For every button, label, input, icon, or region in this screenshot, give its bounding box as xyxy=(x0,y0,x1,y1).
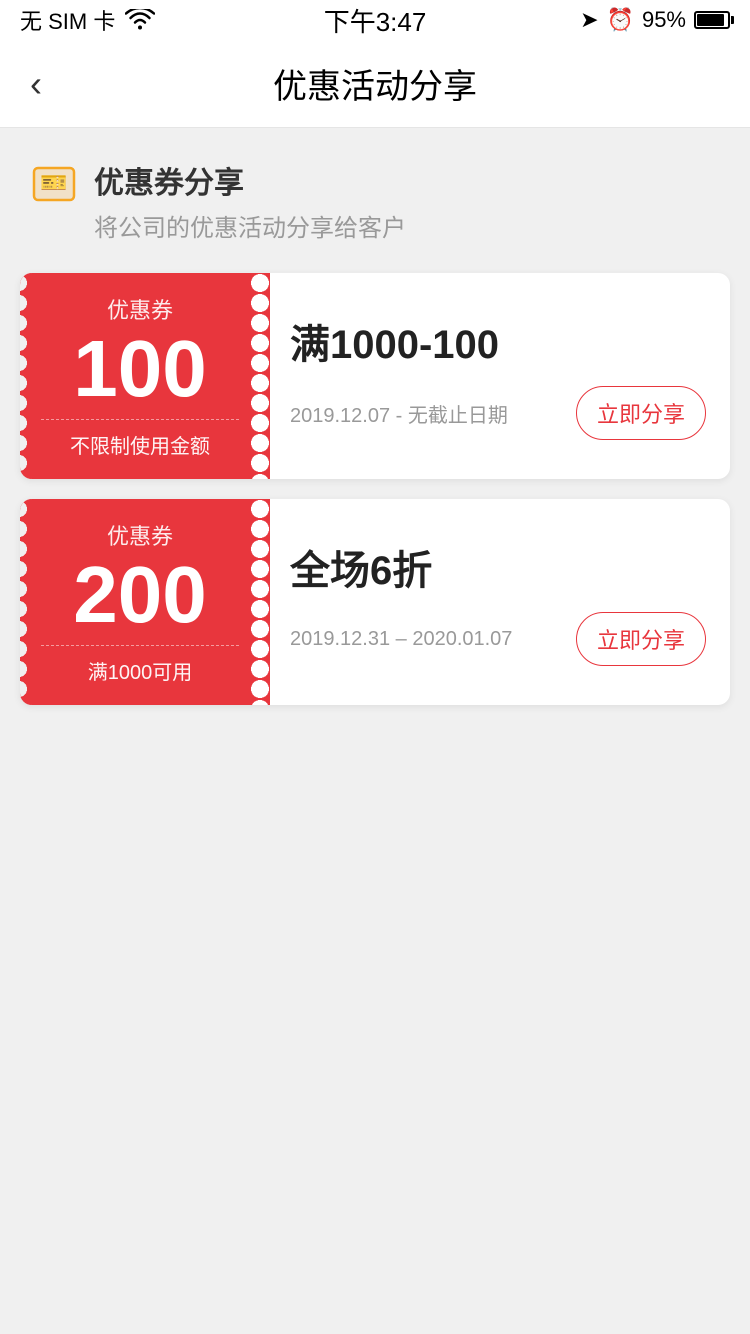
coupon-card-2: 优惠券 200 满1000可用 全场6折 2019.12.31 – 2020.0… xyxy=(20,499,730,705)
status-left: 无 SIM 卡 xyxy=(20,4,155,36)
coupon-right-1: 满1000-100 2019.12.07 - 无截止日期 立即分享 xyxy=(260,273,730,479)
coupon-amount-2: 200 xyxy=(73,555,206,635)
coupon-meta-1: 2019.12.07 - 无截止日期 立即分享 xyxy=(290,386,706,440)
svg-text:🎫: 🎫 xyxy=(40,170,67,195)
coupon-date-1: 2019.12.07 - 无截止日期 xyxy=(290,399,566,428)
coupon-divider-1 xyxy=(41,419,239,420)
status-right: ➤ ⏰ 95% xyxy=(580,7,730,33)
coupon-name-2: 全场6折 xyxy=(290,538,706,596)
coupon-condition-1: 不限制使用金额 xyxy=(70,430,210,459)
section-subtitle: 将公司的优惠活动分享给客户 xyxy=(94,208,406,243)
share-button-2[interactable]: 立即分享 xyxy=(576,612,706,666)
nav-bar: ‹ 优惠活动分享 xyxy=(0,40,750,128)
coupons-container: 优惠券 100 不限制使用金额 满1000-100 2019.12.07 - 无… xyxy=(0,263,750,745)
empty-area xyxy=(0,745,750,1245)
carrier-text: 无 SIM 卡 xyxy=(20,4,115,36)
location-icon: ➤ xyxy=(580,7,598,33)
coupon-divider-2 xyxy=(41,645,239,646)
status-bar: 无 SIM 卡 下午3:47 ➤ ⏰ 95% xyxy=(0,0,750,40)
coupon-meta-2: 2019.12.31 – 2020.01.07 立即分享 xyxy=(290,612,706,666)
section-header: 🎫 优惠券分享 将公司的优惠活动分享给客户 xyxy=(0,128,750,263)
coupon-share-icon: 🎫 xyxy=(30,160,78,208)
wifi-icon xyxy=(125,9,155,31)
coupon-card-1: 优惠券 100 不限制使用金额 满1000-100 2019.12.07 - 无… xyxy=(20,273,730,479)
coupon-label-2: 优惠券 xyxy=(107,519,173,551)
coupon-left-1: 优惠券 100 不限制使用金额 xyxy=(20,273,260,479)
alarm-icon: ⏰ xyxy=(607,7,634,33)
status-time: 下午3:47 xyxy=(324,2,427,39)
battery-icon xyxy=(694,11,730,29)
coupon-date-2: 2019.12.31 – 2020.01.07 xyxy=(290,628,566,651)
coupon-label-1: 优惠券 xyxy=(107,293,173,325)
back-button[interactable]: ‹ xyxy=(30,63,42,105)
coupon-name-1: 满1000-100 xyxy=(290,312,706,370)
share-button-1[interactable]: 立即分享 xyxy=(576,386,706,440)
coupon-amount-1: 100 xyxy=(73,329,206,409)
section-text: 优惠券分享 将公司的优惠活动分享给客户 xyxy=(94,158,406,243)
coupon-condition-2: 满1000可用 xyxy=(88,656,193,685)
coupon-right-2: 全场6折 2019.12.31 – 2020.01.07 立即分享 xyxy=(260,499,730,705)
page-title: 优惠活动分享 xyxy=(273,59,477,108)
coupon-left-2: 优惠券 200 满1000可用 xyxy=(20,499,260,705)
section-title: 优惠券分享 xyxy=(94,158,406,202)
battery-percent: 95% xyxy=(642,7,686,33)
